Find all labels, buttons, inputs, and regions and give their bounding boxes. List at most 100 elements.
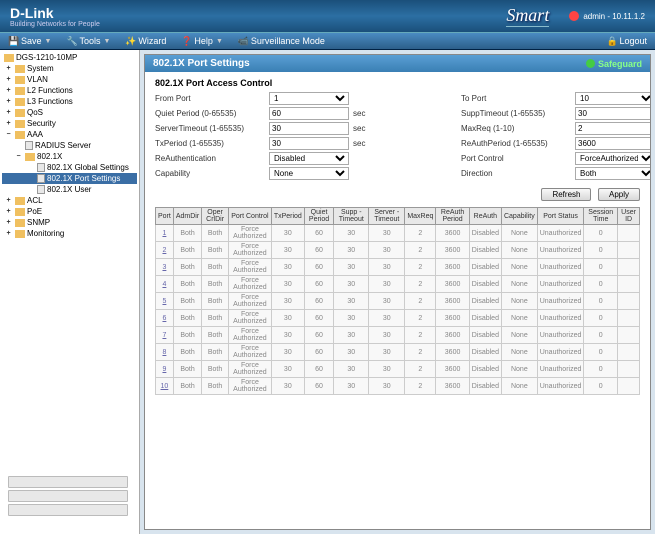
server-input[interactable]	[269, 122, 349, 135]
table-row: 6BothBothForce Authorized3060303023600Di…	[156, 310, 640, 327]
tx-input[interactable]	[269, 137, 349, 150]
expand-icon[interactable]: +	[4, 196, 13, 205]
expand-icon[interactable]: +	[4, 108, 13, 117]
table-cell: Force Authorized	[228, 327, 271, 344]
table-cell: None	[501, 310, 537, 327]
col-header: Port	[156, 208, 174, 225]
table-cell: 3600	[436, 327, 469, 344]
port-link[interactable]: 2	[162, 247, 166, 254]
surveillance-menu[interactable]: 📹Surveillance Mode	[238, 36, 325, 46]
help-icon: ❓	[181, 36, 191, 46]
port-link[interactable]: 6	[162, 315, 166, 322]
refresh-button[interactable]: Refresh	[541, 188, 591, 201]
port-link[interactable]: 5	[162, 298, 166, 305]
table-cell: Both	[173, 378, 201, 395]
port-link[interactable]: 7	[162, 332, 166, 339]
tree-item-radius-server[interactable]: RADIUS Server	[2, 140, 137, 151]
to-port-select[interactable]: 10	[575, 92, 650, 105]
safeguard-badge: Safeguard	[586, 59, 642, 69]
table-cell: 60	[304, 344, 333, 361]
table-cell: 0	[584, 259, 618, 276]
port-link[interactable]: 4	[162, 281, 166, 288]
page-icon	[25, 141, 33, 150]
shield-icon	[586, 59, 595, 68]
table-cell	[618, 378, 640, 395]
table-cell: 8	[156, 344, 174, 361]
table-cell: 60	[304, 361, 333, 378]
expand-icon[interactable]: −	[4, 130, 13, 139]
dir-select[interactable]: Both	[575, 167, 650, 180]
tree-item-802-1x[interactable]: −802.1X	[2, 151, 137, 162]
settings-form: From Port 1 To Port 10 Quiet Period (0-6…	[155, 92, 640, 180]
reauthp-input[interactable]	[575, 137, 650, 150]
tree-item-qos[interactable]: +QoS	[2, 107, 137, 118]
tree-item-monitoring[interactable]: +Monitoring	[2, 228, 137, 239]
tree-item-802-1x-global-settings[interactable]: 802.1X Global Settings	[2, 162, 137, 173]
col-header: ReAuth	[469, 208, 501, 225]
col-header: TxPeriod	[271, 208, 304, 225]
tree-item-aaa[interactable]: −AAA	[2, 129, 137, 140]
port-link[interactable]: 9	[162, 366, 166, 373]
save-menu[interactable]: 💾Save▼	[8, 36, 51, 46]
col-header: AdmDir	[173, 208, 201, 225]
dir-label: Direction	[461, 169, 571, 178]
table-cell: Unauthorized	[537, 242, 584, 259]
main-panel: 802.1X Port Settings Safeguard 802.1X Po…	[144, 54, 651, 530]
tree-item-snmp[interactable]: +SNMP	[2, 217, 137, 228]
admin-info: admin - 10.11.1.2	[569, 11, 645, 21]
table-cell: Both	[173, 259, 201, 276]
tree-root[interactable]: DGS-1210-10MP	[2, 52, 137, 63]
supp-input[interactable]	[575, 107, 650, 120]
folder-icon	[15, 230, 25, 238]
tree-item-l2-functions[interactable]: +L2 Functions	[2, 85, 137, 96]
expand-icon[interactable]: +	[4, 229, 13, 238]
port-link[interactable]: 3	[162, 264, 166, 271]
table-cell	[618, 361, 640, 378]
expand-icon[interactable]: +	[4, 218, 13, 227]
quiet-input[interactable]	[269, 107, 349, 120]
expand-icon[interactable]: +	[4, 86, 13, 95]
help-menu[interactable]: ❓Help▼	[181, 36, 222, 46]
table-cell: 30	[369, 225, 405, 242]
tree-item-vlan[interactable]: +VLAN	[2, 74, 137, 85]
port-link[interactable]: 10	[161, 383, 169, 390]
expand-icon[interactable]: +	[4, 97, 13, 106]
tree-item-acl[interactable]: + ACL	[2, 195, 137, 206]
table-cell: Disabled	[469, 276, 501, 293]
tree-label: ACL	[27, 196, 43, 205]
port-link[interactable]: 1	[162, 230, 166, 237]
tree-item-system[interactable]: +System	[2, 63, 137, 74]
tree-item-poe[interactable]: +PoE	[2, 206, 137, 217]
tree-item-802-1x-port-settings[interactable]: 802.1X Port Settings	[2, 173, 137, 184]
table-cell: Force Authorized	[228, 361, 271, 378]
col-header: User ID	[618, 208, 640, 225]
wizard-menu[interactable]: ✨Wizard	[125, 36, 166, 46]
expand-icon[interactable]: +	[4, 119, 13, 128]
tree-item-security[interactable]: +Security	[2, 118, 137, 129]
expand-icon[interactable]: +	[4, 75, 13, 84]
save-icon: 💾	[8, 36, 18, 46]
cap-select[interactable]: None	[269, 167, 349, 180]
maxreq-input[interactable]	[575, 122, 650, 135]
expand-icon[interactable]: +	[4, 64, 13, 73]
table-cell: 30	[334, 327, 369, 344]
table-cell: 3600	[436, 242, 469, 259]
table-cell: Both	[173, 310, 201, 327]
expand-icon[interactable]: −	[14, 152, 23, 161]
table-cell: 3600	[436, 276, 469, 293]
logout-button[interactable]: 🔒Logout	[606, 36, 647, 46]
table-cell: 2	[156, 242, 174, 259]
from-port-select[interactable]: 1	[269, 92, 349, 105]
table-cell: 30	[271, 259, 304, 276]
apply-button[interactable]: Apply	[598, 188, 640, 201]
section-title: 802.1X Port Access Control	[155, 78, 640, 88]
port-link[interactable]: 8	[162, 349, 166, 356]
table-cell: 60	[304, 225, 333, 242]
reauth-select[interactable]: Disabled	[269, 152, 349, 165]
portctrl-select[interactable]: ForceAuthorized	[575, 152, 650, 165]
app-header: D-Link Building Networks for People Smar…	[0, 0, 655, 32]
tools-menu[interactable]: 🔧Tools▼	[66, 36, 110, 46]
expand-icon[interactable]: +	[4, 207, 13, 216]
tree-item-l3-functions[interactable]: +L3 Functions	[2, 96, 137, 107]
tree-item-802-1x-user[interactable]: 802.1X User	[2, 184, 137, 195]
